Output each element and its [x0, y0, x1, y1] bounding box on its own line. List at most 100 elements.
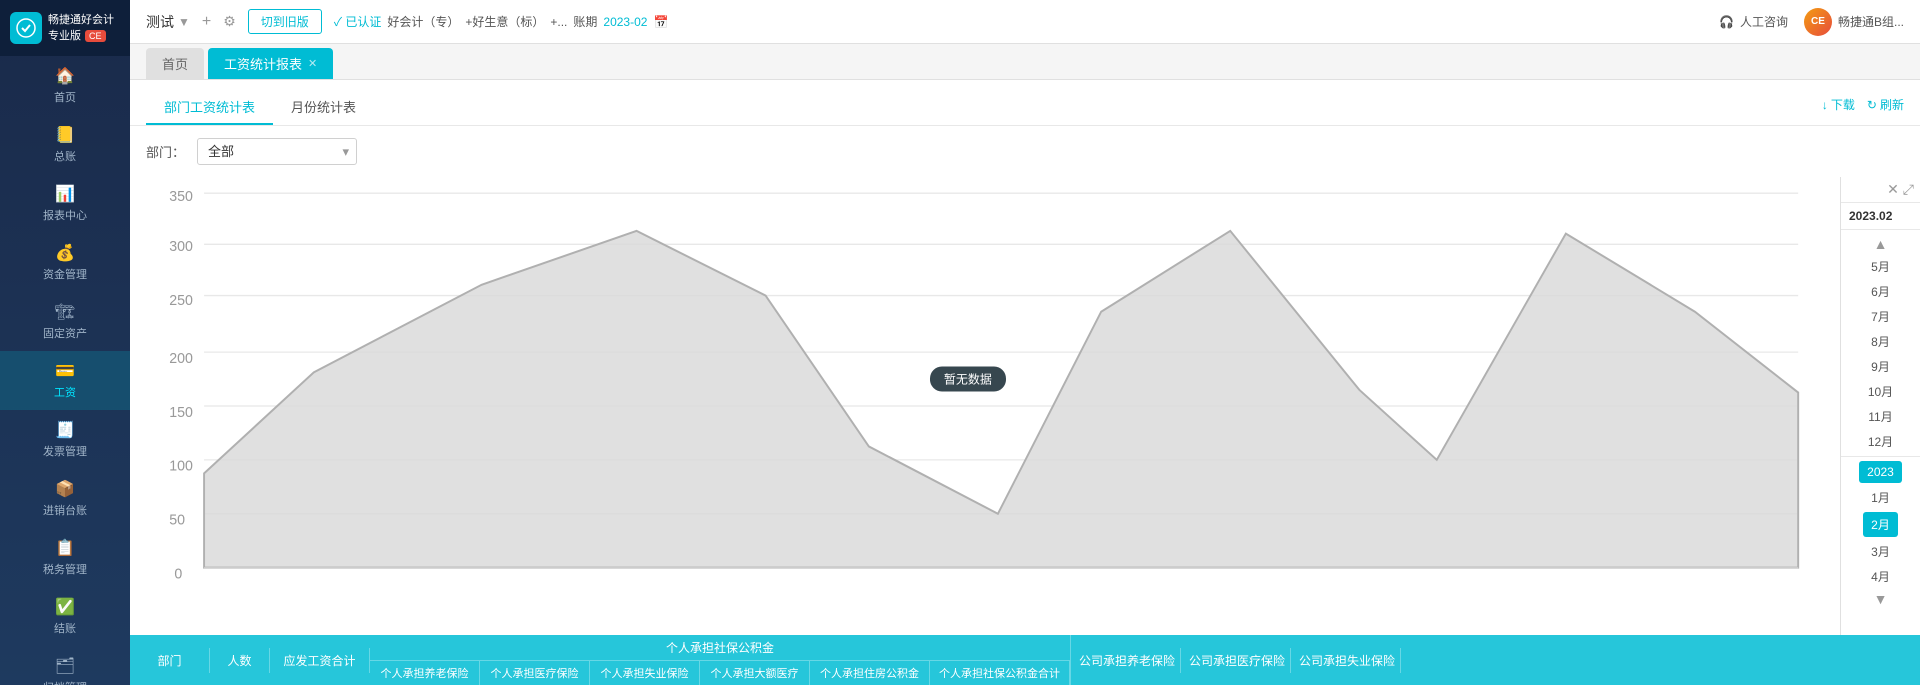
sidebar-label-invoice: 发票管理 — [43, 443, 87, 459]
month-6[interactable]: 6月 — [1841, 279, 1920, 304]
sidebar-item-invoice[interactable]: 🧾 发票管理 — [0, 410, 130, 469]
th-group-title: 个人承担社保公积金 — [370, 635, 1070, 661]
topbar-title: 测试 ▼ — [146, 12, 190, 32]
month-3[interactable]: 3月 — [1841, 539, 1920, 564]
logo-name: 畅捷通好会计 — [48, 13, 114, 27]
main-area: 测试 ▼ + ⚙ 切到旧版 ✓ 已认证 好会计（专） +好生意（标） +... … — [130, 0, 1920, 685]
user-menu[interactable]: CE 畅捷通B组... — [1804, 8, 1904, 36]
nav-up-arrow[interactable]: ▲ — [1874, 234, 1888, 254]
salary-icon: 💳 — [55, 361, 75, 381]
th-dept: 部门 — [130, 648, 210, 673]
th-company-medical: 公司承担医疗保险 — [1181, 648, 1291, 673]
month-1[interactable]: 1月 — [1841, 485, 1920, 510]
month-12[interactable]: 12月 — [1841, 429, 1920, 454]
th-personal-housing-fund: 个人承担住房公积金 — [810, 661, 930, 685]
username: 畅捷通B组... — [1838, 13, 1904, 30]
side-panel-header: ✕ ⤢ — [1841, 177, 1920, 203]
avatar: CE — [1804, 8, 1832, 36]
logo-badge: CE — [85, 30, 106, 42]
tax-icon: 📋 — [55, 538, 75, 558]
svg-text:150: 150 — [169, 405, 193, 421]
svg-text:100: 100 — [169, 458, 193, 474]
sidebar-item-settle[interactable]: ✅ 结账 — [0, 587, 130, 646]
th-company-pension: 公司承担养老保险 — [1071, 648, 1181, 673]
tab-close-icon[interactable]: ✕ — [308, 57, 317, 70]
month-5[interactable]: 5月 — [1841, 254, 1920, 279]
assets-icon: 🏗 — [55, 302, 75, 322]
filter-dept-select[interactable]: 全部 部门一 部门二 — [197, 138, 357, 165]
download-icon: ↓ — [1822, 98, 1828, 112]
sidebar-item-ledger[interactable]: 📒 总账 — [0, 115, 130, 174]
invoice-icon: 🧾 — [55, 420, 75, 440]
sidebar-label-ledger: 总账 — [54, 148, 76, 164]
side-panel: ✕ ⤢ 2023.02 ▲ 5月 6月 7月 8月 9月 10月 11月 12月… — [1840, 177, 1920, 635]
svg-text:0: 0 — [174, 566, 182, 582]
subtab-monthly[interactable]: 月份统计表 — [273, 90, 374, 125]
status-period-value: 2023-02 — [603, 15, 647, 29]
svg-text:350: 350 — [169, 189, 193, 205]
download-button[interactable]: ↓ 下载 — [1822, 96, 1855, 113]
subtab-dept[interactable]: 部门工资统计表 — [146, 90, 273, 125]
refresh-icon: ↻ — [1867, 98, 1877, 112]
sidebar-item-assets[interactable]: 🏗 固定资产 — [0, 292, 130, 351]
month-8[interactable]: 8月 — [1841, 329, 1920, 354]
th-personal-unemployment: 个人承担失业保险 — [590, 661, 700, 685]
filterbar: 部门： 全部 部门一 部门二 ▾ — [130, 126, 1920, 177]
sidebar-item-salary[interactable]: 💳 工资 — [0, 351, 130, 410]
sidebar-item-purchase[interactable]: 📦 进销台账 — [0, 469, 130, 528]
sidebar-label-assets: 固定资产 — [43, 325, 87, 341]
month-9[interactable]: 9月 — [1841, 354, 1920, 379]
topbar-title-text: 测试 — [146, 12, 174, 32]
sidebar-label-archive: 归档管理 — [43, 679, 87, 685]
chart-wrapper: 350 300 250 200 150 100 50 0 — [130, 177, 1920, 635]
chart-path — [204, 231, 1798, 568]
svg-text:300: 300 — [169, 239, 193, 255]
month-2-active[interactable]: 2月 — [1863, 512, 1898, 537]
tab-home-label: 首页 — [162, 54, 188, 73]
switch-button[interactable]: 切到旧版 — [248, 9, 322, 34]
sidebar-item-archive[interactable]: 🗂 归档管理 — [0, 646, 130, 685]
calendar-icon[interactable]: 📅 — [653, 15, 668, 29]
logo-sub: 专业版 — [48, 29, 81, 43]
th-total-salary: 应发工资合计 — [270, 648, 370, 673]
month-7[interactable]: 7月 — [1841, 304, 1920, 329]
th-personal-major-medical: 个人承担大额医疗 — [700, 661, 810, 685]
sidebar-item-tax[interactable]: 📋 税务管理 — [0, 528, 130, 587]
sidebar-item-home[interactable]: 🏠 首页 — [0, 56, 130, 115]
subtabs-right: ↓ 下载 ↻ 刷新 — [1822, 96, 1904, 119]
close-icon[interactable]: ✕ — [1887, 181, 1899, 198]
refresh-label: 刷新 — [1880, 96, 1904, 113]
year-2023-label: 2023 — [1859, 461, 1902, 483]
tab-salary-report-label: 工资统计报表 — [224, 54, 302, 73]
support-link[interactable]: 🎧 人工咨询 — [1719, 13, 1788, 30]
th-count: 人数 — [210, 648, 270, 673]
subtabs: 部门工资统计表 月份统计表 ↓ 下载 ↻ 刷新 — [130, 80, 1920, 126]
nav-down-arrow[interactable]: ▼ — [1874, 589, 1888, 609]
filter-dept-wrap: 全部 部门一 部门二 ▾ — [197, 138, 357, 165]
status-certified: ✓ 已认证 — [334, 13, 382, 30]
month-11[interactable]: 11月 — [1841, 404, 1920, 429]
headset-icon: 🎧 — [1719, 15, 1734, 29]
content-area: 部门工资统计表 月份统计表 ↓ 下载 ↻ 刷新 部门： 全部 部门一 — [130, 80, 1920, 685]
th-personal-total: 个人承担社保公积金合计 — [930, 661, 1070, 685]
sidebar-item-reports[interactable]: 📊 报表中心 — [0, 174, 130, 233]
month-4[interactable]: 4月 — [1841, 564, 1920, 589]
expand-icon[interactable]: ⤢ — [1903, 181, 1914, 198]
tab-home[interactable]: 首页 — [146, 48, 204, 79]
sidebar-item-funds[interactable]: 💰 资金管理 — [0, 233, 130, 292]
th-personal-group: 个人承担社保公积金 个人承担养老保险 个人承担医疗保险 个人承担失业保险 个人承… — [370, 635, 1071, 685]
gear-icon[interactable]: ⚙ — [223, 13, 236, 30]
refresh-button[interactable]: ↻ 刷新 — [1867, 96, 1904, 113]
nav-divider — [1841, 456, 1920, 457]
month-10[interactable]: 10月 — [1841, 379, 1920, 404]
reports-icon: 📊 — [55, 184, 75, 204]
chevron-down-icon[interactable]: ▼ — [178, 15, 190, 29]
support-label: 人工咨询 — [1740, 13, 1788, 30]
settle-icon: ✅ — [55, 597, 75, 617]
tab-salary-report[interactable]: 工资统计报表 ✕ — [208, 48, 333, 79]
sidebar-label-salary: 工资 — [54, 384, 76, 400]
add-icon[interactable]: + — [202, 13, 211, 31]
sidebar-label-purchase: 进销台账 — [43, 502, 87, 518]
funds-icon: 💰 — [55, 243, 75, 263]
filter-dept-label: 部门： — [146, 142, 185, 161]
